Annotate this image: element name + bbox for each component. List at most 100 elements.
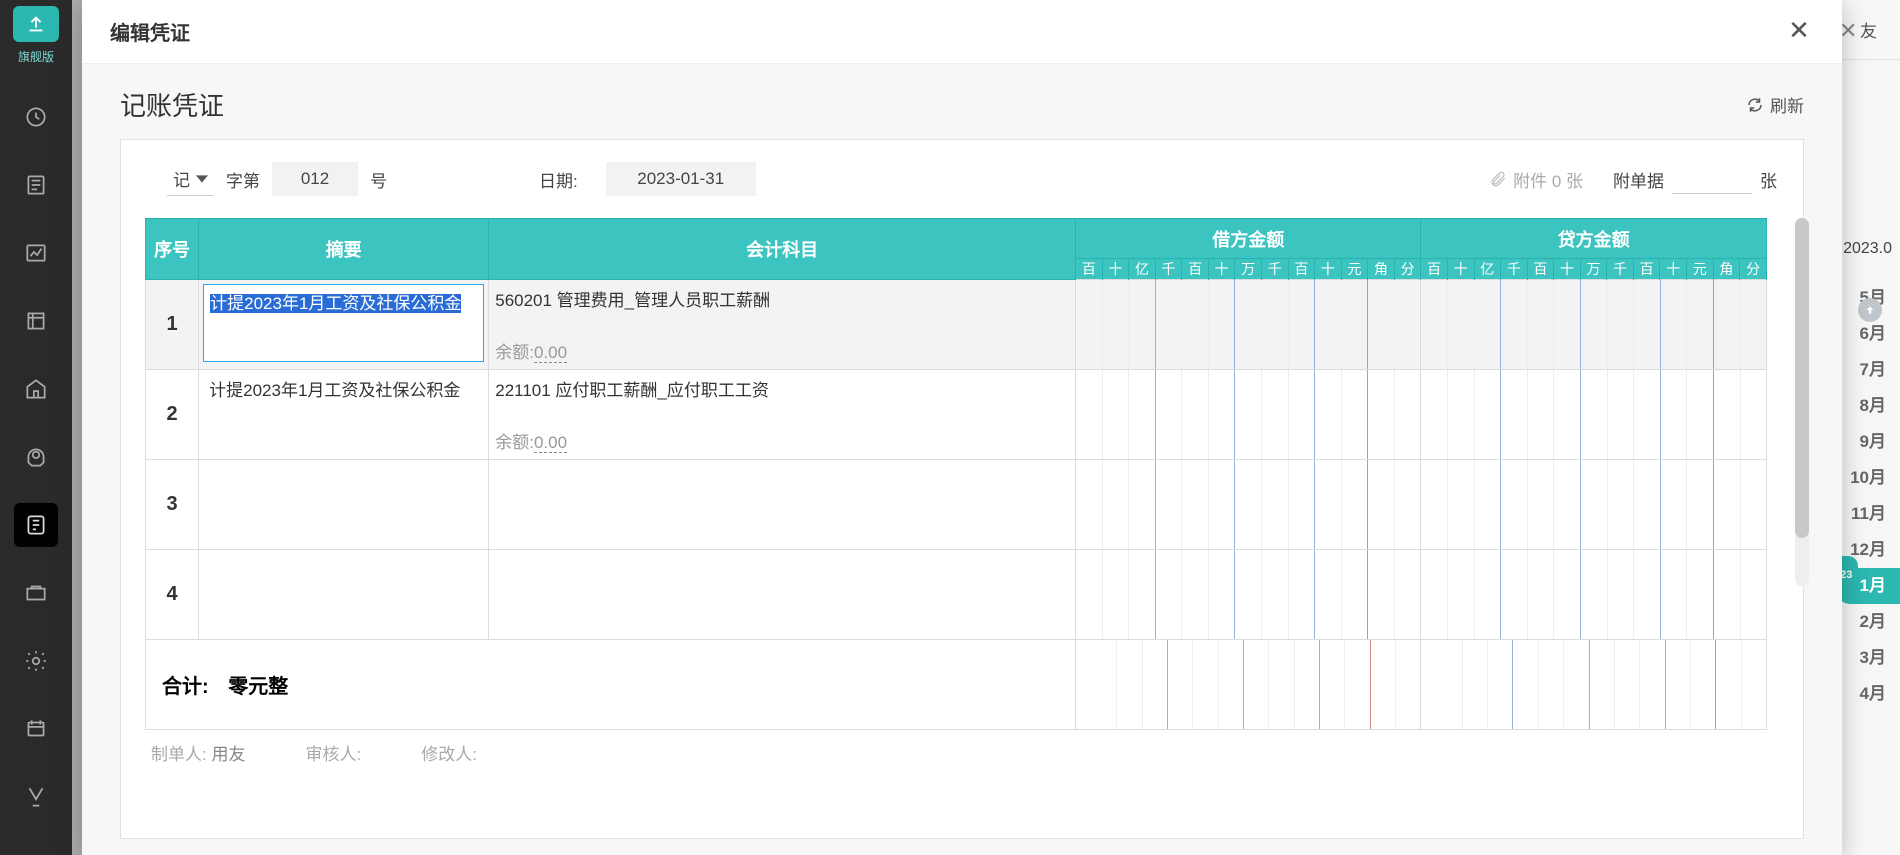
month-item[interactable]: 4月: [1836, 676, 1900, 712]
auditor-label: 审核人:: [305, 745, 361, 764]
summary-text: [203, 554, 484, 564]
refresh-icon: [1746, 96, 1764, 114]
table-scrollbar[interactable]: [1795, 218, 1809, 586]
amount-cell[interactable]: [1076, 370, 1421, 460]
summary-cell[interactable]: [199, 550, 489, 640]
amount-cell[interactable]: [1076, 640, 1421, 730]
amount-cell[interactable]: [1421, 280, 1767, 370]
account-cell[interactable]: [489, 550, 1076, 640]
account-cell[interactable]: [489, 460, 1076, 550]
summary-cell[interactable]: 计提2023年1月工资及社保公积金: [199, 280, 489, 370]
balance-label: 余额:0.00: [495, 338, 567, 363]
account-cell[interactable]: 221101 应付职工薪酬_应付职工工资余额:0.00: [489, 370, 1076, 460]
digit-col-header: 百: [1182, 259, 1209, 280]
sidebar-item-4[interactable]: [14, 299, 58, 343]
month-item[interactable]: 7月: [1836, 352, 1900, 388]
app-logo: [13, 6, 59, 42]
amount-cell[interactable]: [1421, 370, 1767, 460]
summary-input-editing[interactable]: 计提2023年1月工资及社保公积金: [203, 284, 484, 362]
sidebar-item-3[interactable]: [14, 231, 58, 275]
sidebar-item-voucher[interactable]: [14, 503, 58, 547]
amount-cell[interactable]: [1421, 460, 1767, 550]
digit-col-header: 十: [1660, 259, 1687, 280]
maker-label: 制单人:: [151, 745, 207, 764]
sheet-suffix-label: 张: [1760, 167, 1777, 192]
month-item[interactable]: 11月: [1836, 496, 1900, 532]
digit-col-header: 千: [1262, 259, 1289, 280]
digit-col-header: 万: [1235, 259, 1262, 280]
digit-col-header: 亿: [1129, 259, 1156, 280]
scrollbar-thumb[interactable]: [1795, 218, 1809, 538]
month-item[interactable]: 10月: [1836, 460, 1900, 496]
total-label-cell: 合计: 零元整: [146, 640, 1076, 730]
attachments-count-label: 附件 0 张: [1513, 167, 1583, 192]
sidebar-item-2[interactable]: [14, 163, 58, 207]
voucher-table: 序号 摘要 会计科目 借方金额 贷方金额 百十亿千百十万千百十元角分百十亿千百十…: [145, 218, 1767, 730]
amount-cell[interactable]: [1421, 640, 1767, 730]
modifier-label: 修改人:: [421, 745, 477, 764]
date-label: 日期:: [539, 167, 578, 192]
scroll-collapse-icon[interactable]: [1858, 298, 1882, 322]
voucher-no-prefix-label: 字第: [226, 167, 260, 192]
digit-col-header: 千: [1501, 259, 1528, 280]
row-seq: 3: [146, 460, 199, 550]
voucher-number-input[interactable]: [272, 162, 358, 196]
voucher-card: 记 字第 号 日期: 附件 0 张 附单据 张: [120, 139, 1804, 839]
month-item[interactable]: 9月: [1836, 424, 1900, 460]
amount-cell[interactable]: [1076, 460, 1421, 550]
right-panel: ✕ 友 2023.0 5月6月7月8月9月10月11月12月1月0232月3月4…: [1836, 0, 1900, 855]
summary-text: 计提2023年1月工资及社保公积金: [203, 374, 484, 407]
voucher-type-select[interactable]: 记: [167, 162, 214, 196]
digit-col-header: 亿: [1474, 259, 1501, 280]
summary-cell[interactable]: [199, 460, 489, 550]
digit-col-header: 百: [1527, 259, 1554, 280]
maker-value: 用友: [211, 745, 245, 764]
right-panel-header: ✕ 友: [1837, 0, 1900, 60]
right-panel-title: 友: [1860, 17, 1877, 42]
left-sidebar: 旗舰版: [0, 0, 72, 855]
refresh-label: 刷新: [1770, 92, 1804, 117]
month-item-current[interactable]: 1月023: [1836, 568, 1900, 604]
row-seq: 4: [146, 550, 199, 640]
table-row: 2计提2023年1月工资及社保公积金221101 应付职工薪酬_应付职工工资余额…: [146, 370, 1767, 460]
amount-cell[interactable]: [1076, 550, 1421, 640]
col-sequence-header: 序号: [146, 219, 199, 280]
sidebar-item-5[interactable]: [14, 367, 58, 411]
year-selector-fragment[interactable]: 2023.0: [1843, 240, 1892, 258]
modal-body: 记账凭证 刷新 记 字第 号 日期: 附件 0 张: [82, 64, 1842, 855]
voucher-date-input[interactable]: [606, 162, 756, 196]
account-text: 221101 应付职工薪酬_应付职工工资: [495, 376, 1069, 401]
amount-cell[interactable]: [1421, 550, 1767, 640]
month-item[interactable]: 8月: [1836, 388, 1900, 424]
sidebar-item-10[interactable]: [14, 707, 58, 751]
sidebar-item-settings[interactable]: [14, 639, 58, 683]
attach-doc-count-input[interactable]: [1672, 164, 1752, 194]
sidebar-item-6[interactable]: [14, 435, 58, 479]
month-item[interactable]: 2月: [1836, 604, 1900, 640]
refresh-button[interactable]: 刷新: [1746, 92, 1804, 117]
attachments-link[interactable]: 附件 0 张: [1489, 167, 1583, 192]
row-seq: 2: [146, 370, 199, 460]
account-cell[interactable]: 560201 管理费用_管理人员职工薪酬余额:0.00: [489, 280, 1076, 370]
digit-col-header: 元: [1341, 259, 1368, 280]
row-seq: 1: [146, 280, 199, 370]
modal-close-button[interactable]: ✕: [1784, 17, 1814, 47]
digit-col-header: 百: [1633, 259, 1660, 280]
col-credit-header: 贷方金额: [1421, 219, 1767, 259]
table-row: 3: [146, 460, 1767, 550]
month-item[interactable]: 3月: [1836, 640, 1900, 676]
total-row: 合计: 零元整: [146, 640, 1767, 730]
col-debit-header: 借方金额: [1076, 219, 1421, 259]
amount-cell[interactable]: [1076, 280, 1421, 370]
sidebar-item-1[interactable]: [14, 95, 58, 139]
table-row: 1计提2023年1月工资及社保公积金560201 管理费用_管理人员职工薪酬余额…: [146, 280, 1767, 370]
digit-col-header: 百: [1421, 259, 1448, 280]
digit-col-header: 千: [1607, 259, 1634, 280]
chevron-down-icon: [196, 173, 208, 185]
digit-col-header: 十: [1102, 259, 1129, 280]
sidebar-item-11[interactable]: [14, 775, 58, 819]
digit-col-header: 十: [1208, 259, 1235, 280]
digit-col-header: 角: [1368, 259, 1395, 280]
summary-cell[interactable]: 计提2023年1月工资及社保公积金: [199, 370, 489, 460]
sidebar-item-8[interactable]: [14, 571, 58, 615]
